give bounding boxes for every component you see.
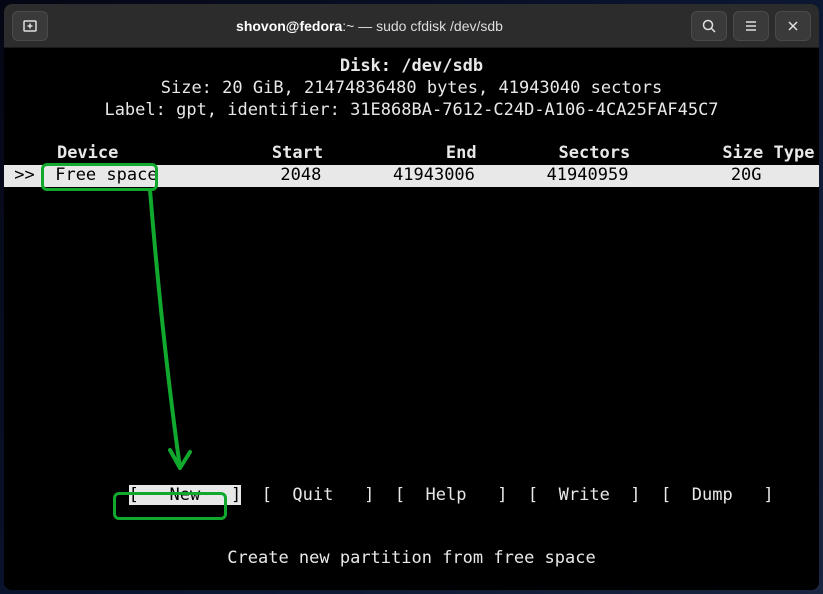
- disk-label-line: Label: gpt, identifier: 31E868BA-7612-C2…: [4, 100, 819, 122]
- spacer: [4, 506, 819, 548]
- title-sep: —: [354, 18, 376, 34]
- titlebar: shovon@fedora:~ — sudo cfdisk /dev/sdb: [4, 4, 819, 48]
- close-button[interactable]: [775, 11, 811, 41]
- hint-line: Create new partition from free space: [4, 548, 819, 570]
- window-title: shovon@fedora:~ — sudo cfdisk /dev/sdb: [48, 18, 691, 34]
- menu-bar: [ New ] [ Quit ] [ Help ] [ Write ] [ Du…: [4, 485, 819, 507]
- close-icon: [785, 18, 801, 34]
- menu-dump[interactable]: [ Dump ]: [661, 485, 774, 505]
- menu-write[interactable]: [ Write ]: [528, 485, 641, 505]
- terminal-content[interactable]: Disk: /dev/sdb Size: 20 GiB, 21474836480…: [4, 48, 819, 590]
- title-command: sudo cfdisk /dev/sdb: [376, 18, 503, 34]
- spacer: [4, 187, 819, 485]
- row-start: 2048: [280, 165, 321, 185]
- menu-quit[interactable]: [ Quit ]: [262, 485, 375, 505]
- menu-button[interactable]: [733, 11, 769, 41]
- titlebar-right-buttons: [691, 11, 811, 41]
- disk-size-line: Size: 20 GiB, 21474836480 bytes, 4194304…: [4, 78, 819, 100]
- row-size: 20G: [731, 165, 762, 185]
- disk-title-line: Disk: /dev/sdb: [4, 56, 819, 78]
- title-user-host: shovon@fedora: [236, 18, 342, 34]
- hamburger-icon: [743, 18, 759, 34]
- search-icon: [701, 18, 717, 34]
- terminal-window: shovon@fedora:~ — sudo cfdisk /dev/sdb: [4, 4, 819, 590]
- search-button[interactable]: [691, 11, 727, 41]
- partition-table: Device Start End Sectors Size Type: [4, 143, 819, 165]
- table-row-selected[interactable]: >> Free space 2048 41943006 41940959 20G: [4, 165, 819, 187]
- row-device: Free space: [55, 165, 157, 185]
- title-path: :~: [342, 18, 354, 34]
- blank-line: [4, 121, 819, 143]
- menu-help[interactable]: [ Help ]: [395, 485, 508, 505]
- table-header: Device Start End Sectors Size Type: [16, 143, 819, 165]
- new-tab-button[interactable]: [12, 11, 48, 41]
- row-end: 41943006: [393, 165, 475, 185]
- new-tab-icon: [22, 18, 38, 34]
- menu-new[interactable]: [ New ]: [129, 485, 242, 505]
- row-sectors: 41940959: [547, 165, 629, 185]
